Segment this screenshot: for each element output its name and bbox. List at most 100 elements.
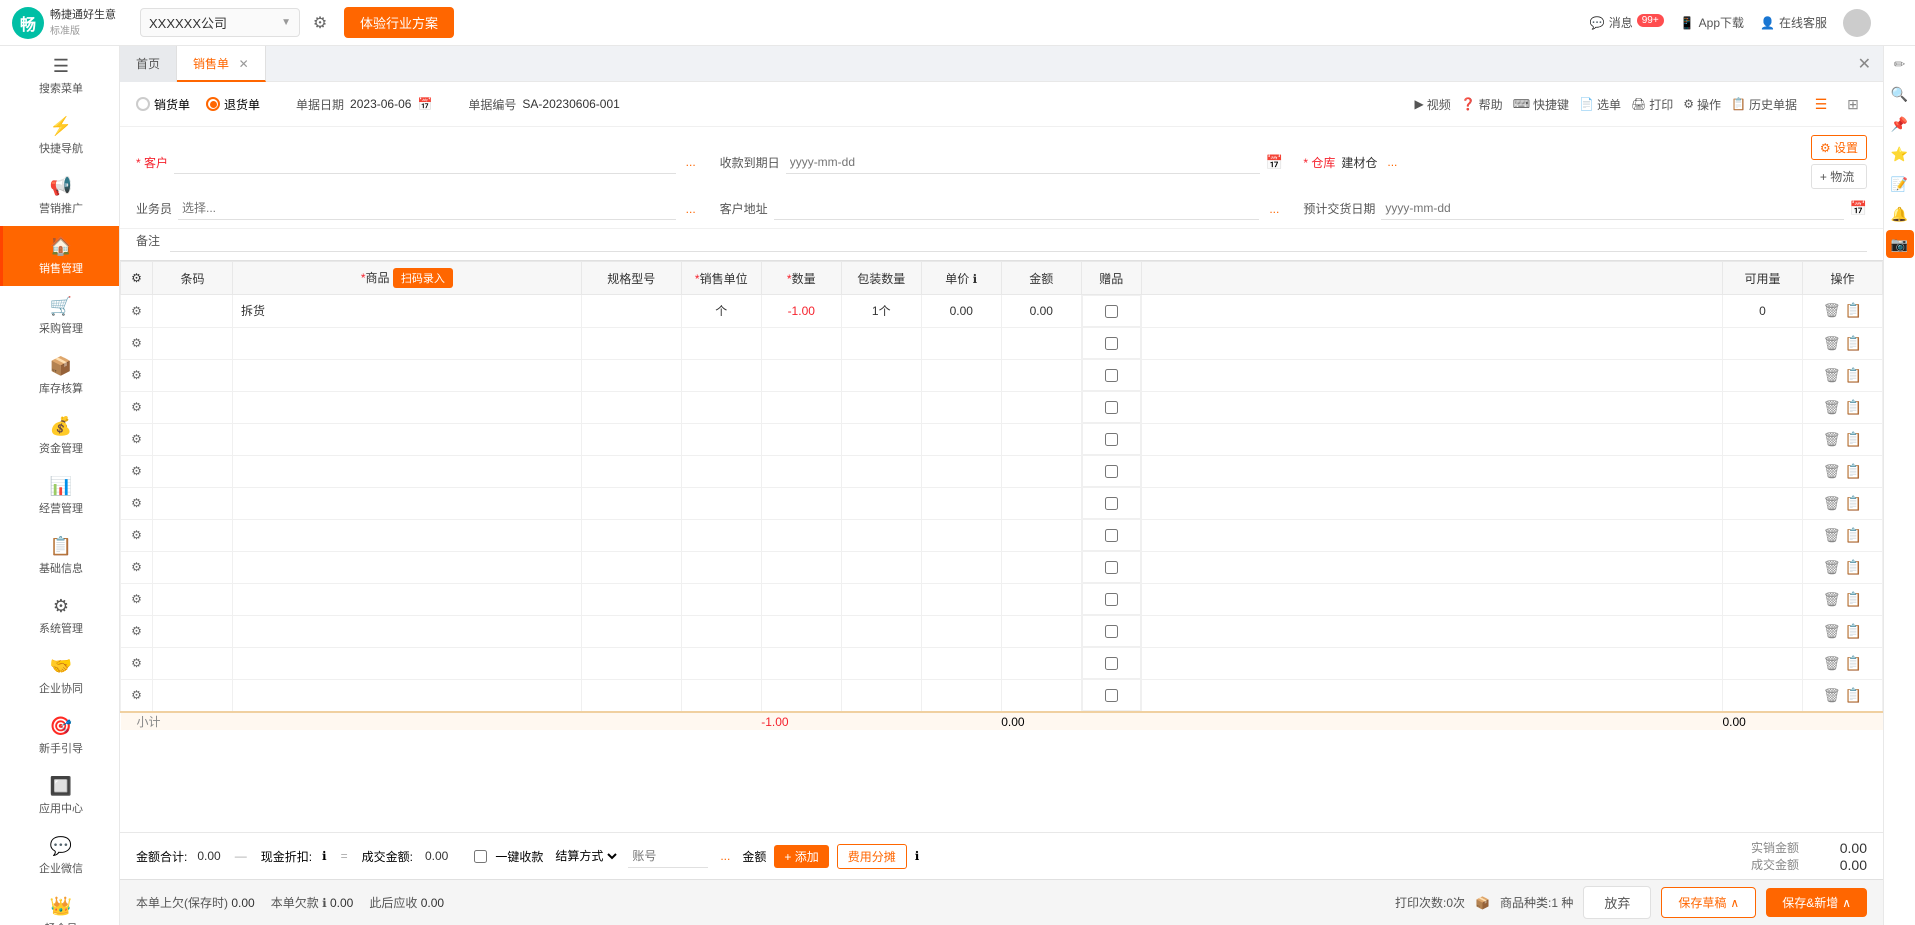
cell-qty[interactable]	[761, 679, 841, 712]
sidebar-item-wechat[interactable]: 💬 企业微信	[0, 826, 119, 886]
cell-spec[interactable]	[581, 327, 681, 359]
cell-price[interactable]	[921, 359, 1001, 391]
discard-button[interactable]: 放弃	[1583, 886, 1651, 919]
cell-gift[interactable]	[1082, 391, 1141, 423]
cell-qty[interactable]	[761, 551, 841, 583]
customer-input[interactable]	[174, 151, 676, 174]
copy-row-btn[interactable]: 📋	[1845, 559, 1862, 576]
cell-gift[interactable]	[1082, 615, 1141, 647]
tab-close-icon[interactable]: ✕	[239, 57, 249, 71]
warehouse-ellipsis[interactable]: ...	[1383, 155, 1401, 169]
cell-gift[interactable]	[1082, 423, 1141, 455]
scan-button[interactable]: 扫码录入	[393, 268, 453, 288]
cell-spec[interactable]	[581, 679, 681, 712]
message-item[interactable]: 💬 消息 99+	[1590, 14, 1664, 31]
cell-barcode[interactable]	[153, 359, 233, 391]
delete-row-btn[interactable]: 🗑	[1823, 559, 1841, 576]
cell-price[interactable]	[921, 455, 1001, 487]
cell-barcode[interactable]	[153, 647, 233, 679]
cell-barcode[interactable]	[153, 391, 233, 423]
cell-spec[interactable]	[581, 583, 681, 615]
account-ellipsis[interactable]: ...	[716, 849, 734, 863]
cell-gift[interactable]	[1082, 359, 1141, 391]
receipt-date-input[interactable]	[786, 151, 1260, 174]
cell-spec[interactable]	[581, 487, 681, 519]
sidebar-item-member[interactable]: 👑 畅会员	[0, 886, 119, 925]
history-action[interactable]: 📋 历史单据	[1731, 96, 1797, 113]
sidebar-item-purchase[interactable]: 🛒 采购管理	[0, 286, 119, 346]
online-service-item[interactable]: 👤 在线客服	[1760, 14, 1827, 31]
list-view-btn[interactable]: ☰	[1807, 90, 1835, 118]
copy-row-btn[interactable]: 📋	[1845, 302, 1862, 319]
grid-view-btn[interactable]: ⊞	[1839, 90, 1867, 118]
close-all-button[interactable]: ✕	[1846, 54, 1883, 74]
fee-split-button[interactable]: 费用分摊	[837, 844, 907, 869]
cell-spec[interactable]	[581, 295, 681, 328]
cell-barcode[interactable]	[153, 615, 233, 647]
select-action[interactable]: 📄 选单	[1579, 96, 1621, 113]
cell-qty[interactable]	[761, 423, 841, 455]
cell-gift[interactable]	[1082, 455, 1141, 487]
calendar-icon-date[interactable]: 📅	[417, 97, 432, 111]
copy-row-btn[interactable]: 📋	[1845, 463, 1862, 480]
delete-row-btn[interactable]: 🗑	[1823, 527, 1841, 544]
sidebar-item-finance[interactable]: 💰 资金管理	[0, 406, 119, 466]
cell-barcode[interactable]	[153, 519, 233, 551]
sidebar-item-quick-nav[interactable]: ⚡ 快捷导航	[0, 106, 119, 166]
delete-row-btn[interactable]: 🗑	[1823, 302, 1841, 319]
customer-ellipsis[interactable]: ...	[682, 155, 700, 169]
quick-pay-checkbox[interactable]	[474, 850, 487, 863]
cell-qty[interactable]	[761, 327, 841, 359]
copy-row-btn[interactable]: 📋	[1845, 431, 1862, 448]
delete-row-btn[interactable]: 🗑	[1823, 463, 1841, 480]
cell-spec[interactable]	[581, 647, 681, 679]
add-fee-button[interactable]: + 添加	[774, 845, 828, 868]
rt-pin-btn[interactable]: 📌	[1886, 110, 1914, 138]
cell-barcode[interactable]	[153, 487, 233, 519]
cell-price[interactable]	[921, 647, 1001, 679]
cell-gift[interactable]	[1082, 583, 1141, 615]
cell-gift[interactable]	[1082, 295, 1141, 327]
cell-qty[interactable]	[761, 615, 841, 647]
save-new-button[interactable]: 保存&新增 ∧	[1766, 888, 1867, 917]
sidebar-item-sales[interactable]: 🏠 销售管理	[0, 226, 119, 286]
shortcut-action[interactable]: ⌨ 快捷键	[1513, 96, 1569, 113]
cell-gift[interactable]	[1082, 327, 1141, 359]
calendar-icon-delivery[interactable]: 📅	[1850, 200, 1867, 217]
copy-row-btn[interactable]: 📋	[1845, 591, 1862, 608]
cell-price[interactable]	[921, 679, 1001, 712]
cell-gift[interactable]	[1082, 487, 1141, 519]
rt-star-btn[interactable]: ⭐	[1886, 140, 1914, 168]
cell-qty[interactable]	[761, 583, 841, 615]
app-download-item[interactable]: 📱 App下载	[1680, 14, 1744, 31]
sidebar-item-marketing[interactable]: 📢 营销推广	[0, 166, 119, 226]
copy-row-btn[interactable]: 📋	[1845, 623, 1862, 640]
salesperson-input[interactable]	[178, 197, 676, 220]
cell-barcode[interactable]	[153, 551, 233, 583]
delete-row-btn[interactable]: 🗑	[1823, 495, 1841, 512]
rt-search-btn[interactable]: 🔍	[1886, 80, 1914, 108]
cell-price[interactable]	[921, 583, 1001, 615]
copy-row-btn[interactable]: 📋	[1845, 527, 1862, 544]
copy-row-btn[interactable]: 📋	[1845, 367, 1862, 384]
cell-gift[interactable]	[1082, 679, 1141, 711]
cell-spec[interactable]	[581, 615, 681, 647]
cell-price[interactable]	[921, 615, 1001, 647]
cell-price[interactable]	[921, 327, 1001, 359]
cell-qty[interactable]	[761, 359, 841, 391]
rt-camera-btn[interactable]: 📷	[1886, 230, 1914, 258]
operation-action[interactable]: ⚙ 操作	[1683, 96, 1721, 113]
cell-barcode[interactable]	[153, 679, 233, 712]
cell-price[interactable]	[921, 551, 1001, 583]
copy-row-btn[interactable]: 📋	[1845, 495, 1862, 512]
sidebar-item-enterprise[interactable]: 🤝 企业协同	[0, 646, 119, 706]
cell-qty[interactable]	[761, 519, 841, 551]
radio-return-order[interactable]: 退货单	[206, 96, 260, 113]
sidebar-item-operations[interactable]: 📊 经营管理	[0, 466, 119, 526]
delete-row-btn[interactable]: 🗑	[1823, 591, 1841, 608]
help-action[interactable]: ❓ 帮助	[1461, 96, 1503, 113]
cell-qty[interactable]	[761, 487, 841, 519]
sidebar-item-basics[interactable]: 📋 基础信息	[0, 526, 119, 586]
sidebar-item-app-center[interactable]: 🔲 应用中心	[0, 766, 119, 826]
copy-row-btn[interactable]: 📋	[1845, 655, 1862, 672]
